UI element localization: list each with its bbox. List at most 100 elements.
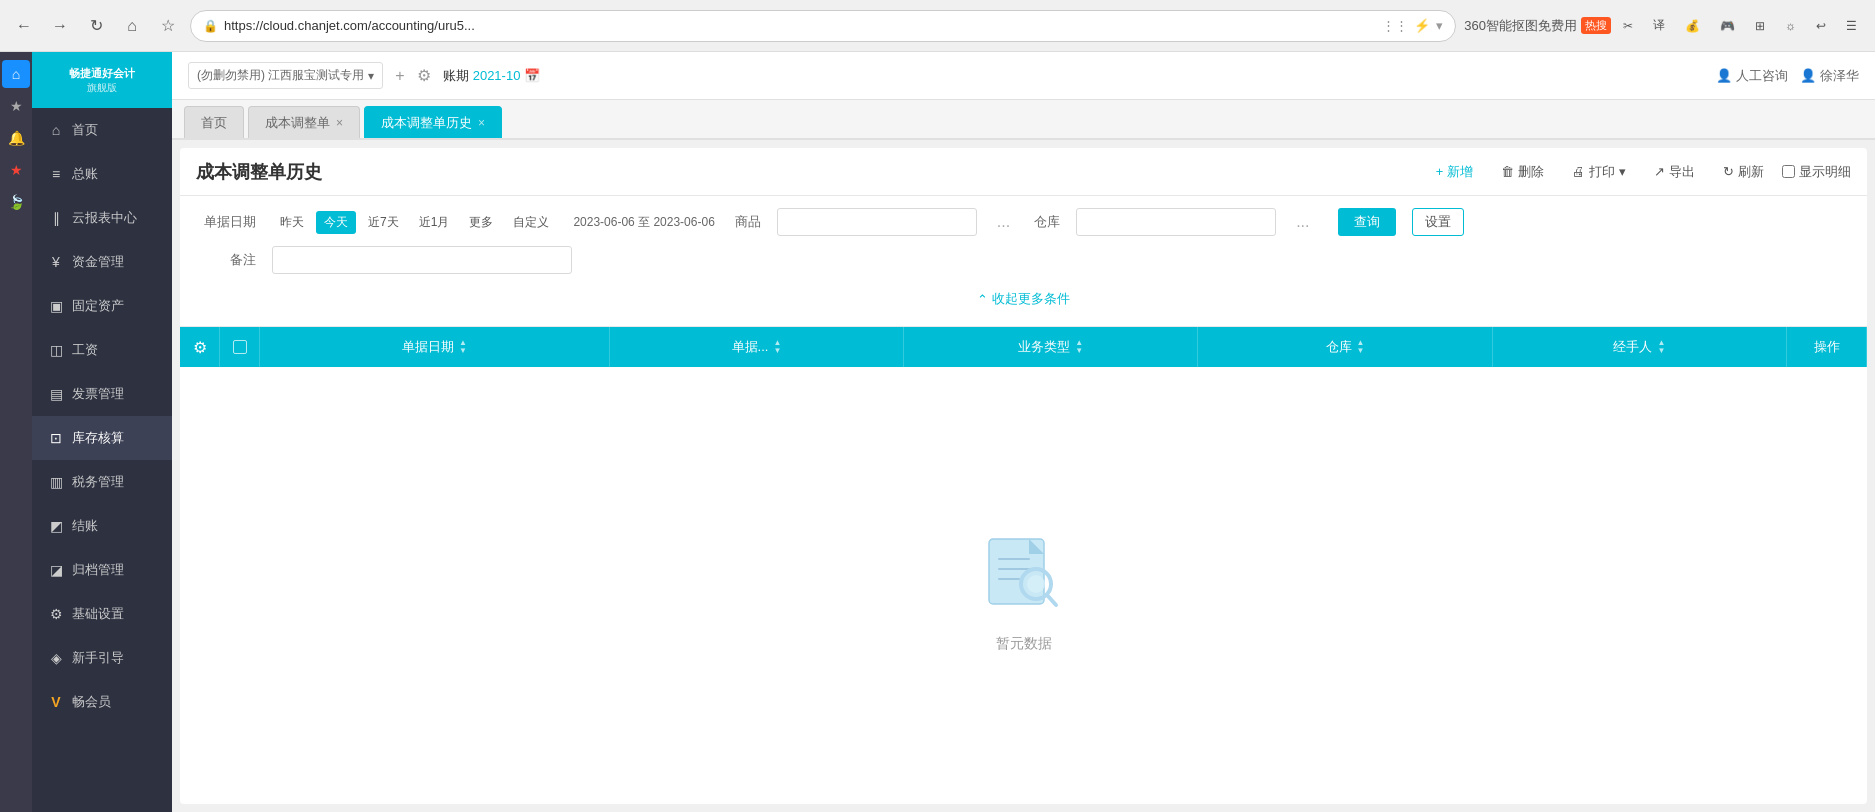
grid-icon[interactable]: ⊞: [1747, 15, 1773, 37]
sidebar-label-payroll: 工资: [72, 341, 98, 359]
strip-star[interactable]: ★: [2, 92, 30, 120]
show-cols-checkbox[interactable]: [1782, 165, 1795, 178]
goods-selector[interactable]: [777, 208, 977, 236]
vip-icon: V: [48, 694, 64, 710]
select-all-checkbox[interactable]: [233, 340, 247, 354]
ssl-icon: 🔒: [203, 19, 218, 33]
date-range-display: 2023-06-06 至 2023-06-06: [573, 214, 714, 231]
sidebar-item-archive[interactable]: ◪ 归档管理: [32, 548, 172, 592]
th-handler[interactable]: 经手人 ▲ ▼: [1493, 327, 1787, 367]
th-warehouse-label: 仓库: [1326, 338, 1352, 356]
warehouse-sort-icon[interactable]: ▲ ▼: [1357, 339, 1365, 355]
page-header: 成本调整单历史 + 新增 🗑 删除 🖨 打印 ▾ ↗ 导出: [180, 148, 1867, 196]
export-icon: ↗: [1654, 164, 1665, 179]
home-icon: ⌂: [48, 122, 64, 138]
strip-red-star[interactable]: ★: [2, 156, 30, 184]
forward-button[interactable]: →: [46, 12, 74, 40]
calendar-icon[interactable]: 📅: [524, 68, 540, 83]
sidebar-item-basic[interactable]: ⚙ 基础设置: [32, 592, 172, 636]
billno-sort-icon[interactable]: ▲ ▼: [773, 339, 781, 355]
cut-icon[interactable]: ✂: [1615, 15, 1641, 37]
th-date[interactable]: 单据日期 ▲ ▼: [260, 327, 610, 367]
warehouse-selector[interactable]: [1076, 208, 1276, 236]
sidebar-item-vip[interactable]: V 畅会员: [32, 680, 172, 724]
home-button[interactable]: ⌂: [118, 12, 146, 40]
sidebar-label-archive: 归档管理: [72, 561, 124, 579]
date-shortcuts: 昨天 今天 近7天 近1月 更多 自定义: [272, 211, 557, 234]
bookmark-button[interactable]: ☆: [154, 12, 182, 40]
company-selector[interactable]: (勿删勿禁用) 江西服宝测试专用 ▾: [188, 62, 383, 89]
shortcut-7days[interactable]: 近7天: [360, 211, 407, 234]
strip-bell[interactable]: 🔔: [2, 124, 30, 152]
dropdown-arrow[interactable]: ▾: [1436, 18, 1443, 33]
th-checkbox[interactable]: [220, 327, 260, 367]
shortcut-more[interactable]: 更多: [461, 211, 501, 234]
sidebar-nav: ⌂ 首页 ≡ 总账 ∥ 云报表中心 ¥ 资金管理 ▣ 固定资产 ◫ 工资: [32, 108, 172, 812]
strip-leaf[interactable]: 🍃: [2, 188, 30, 216]
shortcut-custom[interactable]: 自定义: [505, 211, 557, 234]
menu-icon[interactable]: ☰: [1838, 15, 1865, 37]
warehouse-ellipsis[interactable]: ...: [1292, 213, 1313, 231]
coin-icon[interactable]: 💰: [1677, 15, 1708, 37]
game-icon[interactable]: 🎮: [1712, 15, 1743, 37]
gear-icon: ⚙: [193, 338, 207, 357]
tab-cost-adjust[interactable]: 成本调整单 ×: [248, 106, 360, 138]
sidebar-item-home[interactable]: ⌂ 首页: [32, 108, 172, 152]
sidebar-item-funds[interactable]: ¥ 资金管理: [32, 240, 172, 284]
sidebar-item-tax[interactable]: ▥ 税务管理: [32, 460, 172, 504]
settings-filter-button[interactable]: 设置: [1412, 208, 1464, 236]
sidebar-item-ledger[interactable]: ≡ 总账: [32, 152, 172, 196]
warehouse-filter-label: 仓库: [1030, 213, 1060, 231]
add-button[interactable]: + 新增: [1426, 157, 1483, 187]
handler-sort-icon[interactable]: ▲ ▼: [1657, 339, 1665, 355]
undo-icon[interactable]: ↩: [1808, 15, 1834, 37]
tab-cost-adjust-history[interactable]: 成本调整单历史 ×: [364, 106, 502, 138]
sidebar-label-reports: 云报表中心: [72, 209, 137, 227]
sidebar-item-invoice[interactable]: ▤ 发票管理: [32, 372, 172, 416]
period-info: 账期 2021-10 📅: [443, 67, 541, 85]
sidebar-label-vip: 畅会员: [72, 693, 111, 711]
user-info[interactable]: 👤 徐泽华: [1800, 67, 1859, 85]
address-bar[interactable]: 🔒 https://cloud.chanjet.com/accounting/u…: [190, 10, 1456, 42]
empty-state: 暂元数据: [180, 367, 1867, 804]
delete-button[interactable]: 🗑 删除: [1491, 157, 1554, 187]
support-button[interactable]: 👤 人工咨询: [1716, 67, 1788, 85]
shortcut-yesterday[interactable]: 昨天: [272, 211, 312, 234]
refresh-button[interactable]: ↻ 刷新: [1713, 157, 1774, 187]
payroll-icon: ◫: [48, 342, 64, 358]
shortcut-today[interactable]: 今天: [316, 211, 356, 234]
print-button[interactable]: 🖨 打印 ▾: [1562, 157, 1636, 187]
collapse-more-btn[interactable]: ⌃ 收起更多条件: [196, 284, 1851, 314]
reload-button[interactable]: ↻: [82, 12, 110, 40]
translate-icon[interactable]: 译: [1645, 13, 1673, 38]
strip-home[interactable]: ⌂: [2, 60, 30, 88]
th-biztype[interactable]: 业务类型 ▲ ▼: [904, 327, 1198, 367]
query-button[interactable]: 查询: [1338, 208, 1396, 236]
funds-icon: ¥: [48, 254, 64, 270]
date-sort-icon[interactable]: ▲ ▼: [459, 339, 467, 355]
sidebar-item-fixed-assets[interactable]: ▣ 固定资产: [32, 284, 172, 328]
add-tab-button[interactable]: +: [395, 67, 404, 85]
shortcut-1month[interactable]: 近1月: [411, 211, 458, 234]
th-billno[interactable]: 单据... ▲ ▼: [610, 327, 904, 367]
th-settings[interactable]: ⚙: [180, 327, 220, 367]
settings-topbar-button[interactable]: ⚙: [417, 66, 431, 85]
export-button[interactable]: ↗ 导出: [1644, 157, 1705, 187]
sidebar-item-close[interactable]: ◩ 结账: [32, 504, 172, 548]
tab-cost-adjust-close[interactable]: ×: [336, 116, 343, 130]
back-button[interactable]: ←: [10, 12, 38, 40]
goods-ellipsis[interactable]: ...: [993, 213, 1014, 231]
sidebar-item-inventory[interactable]: ⊡ 库存核算: [32, 416, 172, 460]
remark-input[interactable]: [272, 246, 572, 274]
th-warehouse[interactable]: 仓库 ▲ ▼: [1198, 327, 1492, 367]
tab-history-close[interactable]: ×: [478, 116, 485, 130]
sidebar-item-reports[interactable]: ∥ 云报表中心: [32, 196, 172, 240]
sidebar-item-guide[interactable]: ◈ 新手引导: [32, 636, 172, 680]
sun-icon[interactable]: ☼: [1777, 15, 1804, 37]
biztype-sort-icon[interactable]: ▲ ▼: [1075, 339, 1083, 355]
show-cols-toggle[interactable]: 显示明细: [1782, 163, 1851, 181]
sidebar-item-payroll[interactable]: ◫ 工资: [32, 328, 172, 372]
sidebar: 畅捷通好会计 旗舰版 ⌂ 首页 ≡ 总账 ∥ 云报表中心 ¥ 资金管理: [32, 52, 172, 812]
search-text: 360智能抠图免费用: [1464, 17, 1577, 35]
tab-home[interactable]: 首页: [184, 106, 244, 138]
